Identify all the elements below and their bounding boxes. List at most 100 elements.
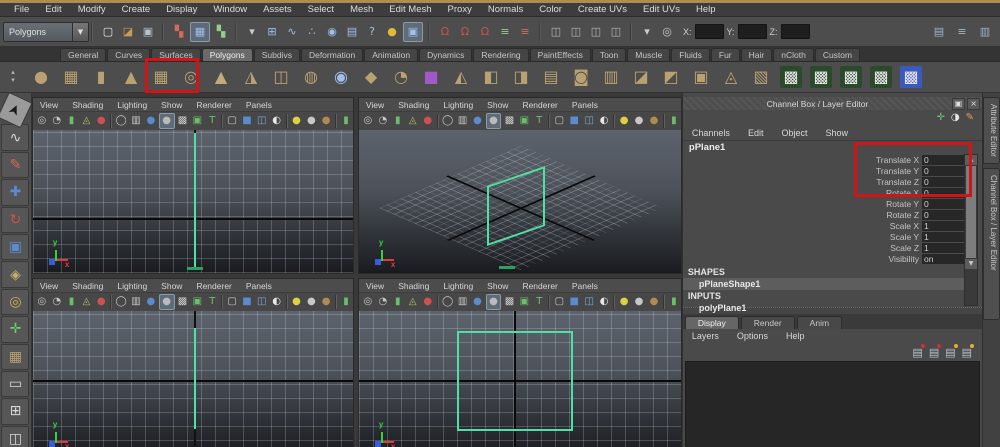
shelf-tab-hair[interactable]: Hair bbox=[741, 48, 773, 61]
tab-channel-box-layer-editor[interactable]: Channel Box / Layer Editor bbox=[983, 168, 1000, 320]
sculpt-geometry-icon[interactable]: ◔ bbox=[386, 63, 416, 91]
transfer-attributes-icon[interactable]: ◩ bbox=[656, 63, 686, 91]
z-field[interactable] bbox=[781, 24, 810, 39]
textured-mode-icon[interactable]: ▣ bbox=[190, 114, 204, 128]
x-ray-icon[interactable]: ▩ bbox=[502, 114, 516, 128]
viewport-menu-renderer[interactable]: Renderer bbox=[189, 100, 238, 110]
viewport-menu-renderer[interactable]: Renderer bbox=[515, 100, 564, 110]
new-layer-from-selected-icon[interactable]: ▤ bbox=[962, 347, 972, 358]
lasso-select-tool[interactable]: ∿ bbox=[1, 124, 29, 150]
soft-modification-tool[interactable]: ◎ bbox=[1, 289, 29, 315]
channel-value-rotate-z[interactable]: 0 bbox=[922, 210, 964, 220]
channel-label-translate-z[interactable]: Translate Z bbox=[876, 177, 919, 187]
menu-select[interactable]: Select bbox=[300, 4, 342, 15]
poly-pipe-icon[interactable]: ◫ bbox=[266, 63, 296, 91]
render-ball-icon[interactable]: ◐ bbox=[270, 295, 284, 309]
select-camera-icon[interactable]: ◎ bbox=[35, 114, 49, 128]
shelf-tab-polygons[interactable]: Polygons bbox=[202, 48, 253, 61]
bounding-box-icon[interactable]: ● bbox=[486, 113, 502, 129]
viewport-menu-show[interactable]: Show bbox=[480, 100, 515, 110]
combine-icon[interactable]: ◧ bbox=[476, 63, 506, 91]
bridge-icon[interactable]: ▧ bbox=[746, 63, 776, 91]
shelf-tab-general[interactable]: General bbox=[60, 48, 106, 61]
new-scene-icon[interactable]: ▢ bbox=[99, 23, 117, 41]
viewport-menu-lighting[interactable]: Lighting bbox=[110, 281, 154, 291]
viewport-menu-show[interactable]: Show bbox=[154, 100, 189, 110]
channel-label-scale-x[interactable]: Scale X bbox=[890, 221, 919, 231]
exposure-slider-icon[interactable]: ▮ bbox=[339, 114, 353, 128]
snap-to-grids-icon[interactable]: ⊞ bbox=[263, 23, 281, 41]
scroll-up-icon[interactable]: ▲ bbox=[965, 155, 977, 165]
lock-selection-icon[interactable]: ● bbox=[383, 23, 401, 41]
separate-icon[interactable]: ◨ bbox=[506, 63, 536, 91]
channel-value-rotate-y[interactable]: 0 bbox=[922, 199, 964, 209]
x-ray-icon[interactable]: ▩ bbox=[176, 295, 190, 309]
output-connections-icon[interactable]: Ω bbox=[456, 23, 474, 41]
image-plane-icon[interactable]: ◬ bbox=[79, 295, 93, 309]
universal-manipulator-tool[interactable]: ◈ bbox=[1, 261, 29, 287]
channel-value-translate-y[interactable]: 0 bbox=[922, 166, 964, 176]
bookmark-icon[interactable]: ▮ bbox=[391, 295, 405, 309]
channel-value-translate-z[interactable]: 0 bbox=[922, 177, 964, 187]
textured-mode-icon[interactable]: ▣ bbox=[517, 114, 531, 128]
shelf-tab-fur[interactable]: Fur bbox=[711, 48, 740, 61]
viewport-menu-show[interactable]: Show bbox=[480, 281, 515, 291]
viewport-front-view[interactable]: ViewShadingLightingShowRendererPanels◎◔▮… bbox=[32, 278, 354, 447]
shelf-tab-custom[interactable]: Custom bbox=[815, 48, 860, 61]
all-lights-icon[interactable]: ● bbox=[632, 295, 646, 309]
last-tool-poly-plane[interactable]: ▦ bbox=[1, 344, 29, 370]
scroll-thumb[interactable] bbox=[966, 166, 976, 258]
channel-label-visibility[interactable]: Visibility bbox=[889, 254, 920, 264]
bounding-box-icon[interactable]: ● bbox=[159, 294, 175, 310]
menu-assets[interactable]: Assets bbox=[255, 4, 300, 15]
construction-history-off-icon[interactable]: ≡ bbox=[516, 23, 534, 41]
textured-highlight-icon[interactable]: T bbox=[532, 114, 546, 128]
attribute-editor-toggle-icon[interactable]: ▥ bbox=[976, 23, 994, 41]
connection-editor-icon[interactable]: Ω bbox=[476, 23, 494, 41]
viewport-top-view[interactable]: ViewShadingLightingShowRendererPanels◎◔▮… bbox=[32, 97, 354, 274]
channel-label-rotate-y[interactable]: Rotate Y bbox=[886, 199, 919, 209]
manipulator-icon[interactable]: ✛ bbox=[937, 113, 945, 123]
bookmark-icon[interactable]: ▮ bbox=[65, 114, 79, 128]
layout-single-pane-button[interactable]: ▭ bbox=[1, 371, 29, 397]
shelf-tab-fluids[interactable]: Fluids bbox=[671, 48, 710, 61]
open-scene-icon[interactable]: ◪ bbox=[119, 23, 137, 41]
viewport-menu-panels[interactable]: Panels bbox=[565, 100, 605, 110]
x-ray-icon[interactable]: ▩ bbox=[502, 295, 516, 309]
channel-value-scale-x[interactable]: 1 bbox=[922, 221, 964, 231]
poly-helix-icon[interactable]: ◍ bbox=[296, 63, 326, 91]
menu-mesh[interactable]: Mesh bbox=[342, 4, 381, 15]
two-sided-lighting-icon[interactable]: ● bbox=[94, 295, 108, 309]
wireframe-mode-icon[interactable]: ◯ bbox=[441, 114, 455, 128]
select-camera-icon[interactable]: ◎ bbox=[361, 295, 375, 309]
snap-to-points-icon[interactable]: ∴ bbox=[303, 23, 321, 41]
channel-value-scale-y[interactable]: 1 bbox=[922, 232, 964, 242]
shelf-tab-muscle[interactable]: Muscle bbox=[627, 48, 670, 61]
default-light-icon[interactable]: ● bbox=[617, 114, 631, 128]
channel-menu-show[interactable]: Show bbox=[816, 128, 857, 138]
ipr-render-icon[interactable]: ◫ bbox=[587, 23, 605, 41]
menu-create-uvs[interactable]: Create UVs bbox=[570, 4, 635, 15]
two-sided-lighting-icon[interactable]: ● bbox=[94, 114, 108, 128]
default-light-icon[interactable]: ● bbox=[617, 295, 631, 309]
camera-attributes-icon[interactable]: ◔ bbox=[50, 295, 64, 309]
snap-to-projected-center-icon[interactable]: ◉ bbox=[323, 23, 341, 41]
uv-editor-icon[interactable]: ▩ bbox=[900, 66, 922, 88]
smooth-icon[interactable]: ▥ bbox=[596, 63, 626, 91]
snap-to-curves-icon[interactable]: ∿ bbox=[283, 23, 301, 41]
smooth-shade-icon[interactable]: ● bbox=[471, 114, 485, 128]
viewport-menu-panels[interactable]: Panels bbox=[565, 281, 605, 291]
channel-value-translate-x[interactable]: 0 bbox=[922, 155, 964, 165]
smooth-shade-icon[interactable]: ● bbox=[144, 114, 158, 128]
menu-edit[interactable]: Edit bbox=[37, 4, 69, 15]
menu-display[interactable]: Display bbox=[158, 4, 205, 15]
render-settings-icon[interactable]: ◫ bbox=[607, 23, 625, 41]
select-tool[interactable]: ➤ bbox=[0, 92, 33, 129]
channel-menu-channels[interactable]: Channels bbox=[683, 128, 739, 138]
flat-shade-icon[interactable]: ▥ bbox=[129, 295, 143, 309]
menu-color[interactable]: Color bbox=[531, 4, 570, 15]
selection-mask-hierarchy-icon[interactable]: ▚ bbox=[170, 23, 188, 41]
move-tool[interactable]: ✚ bbox=[1, 179, 29, 205]
default-light-icon[interactable]: ● bbox=[290, 114, 304, 128]
all-lights-icon[interactable]: ● bbox=[304, 114, 318, 128]
